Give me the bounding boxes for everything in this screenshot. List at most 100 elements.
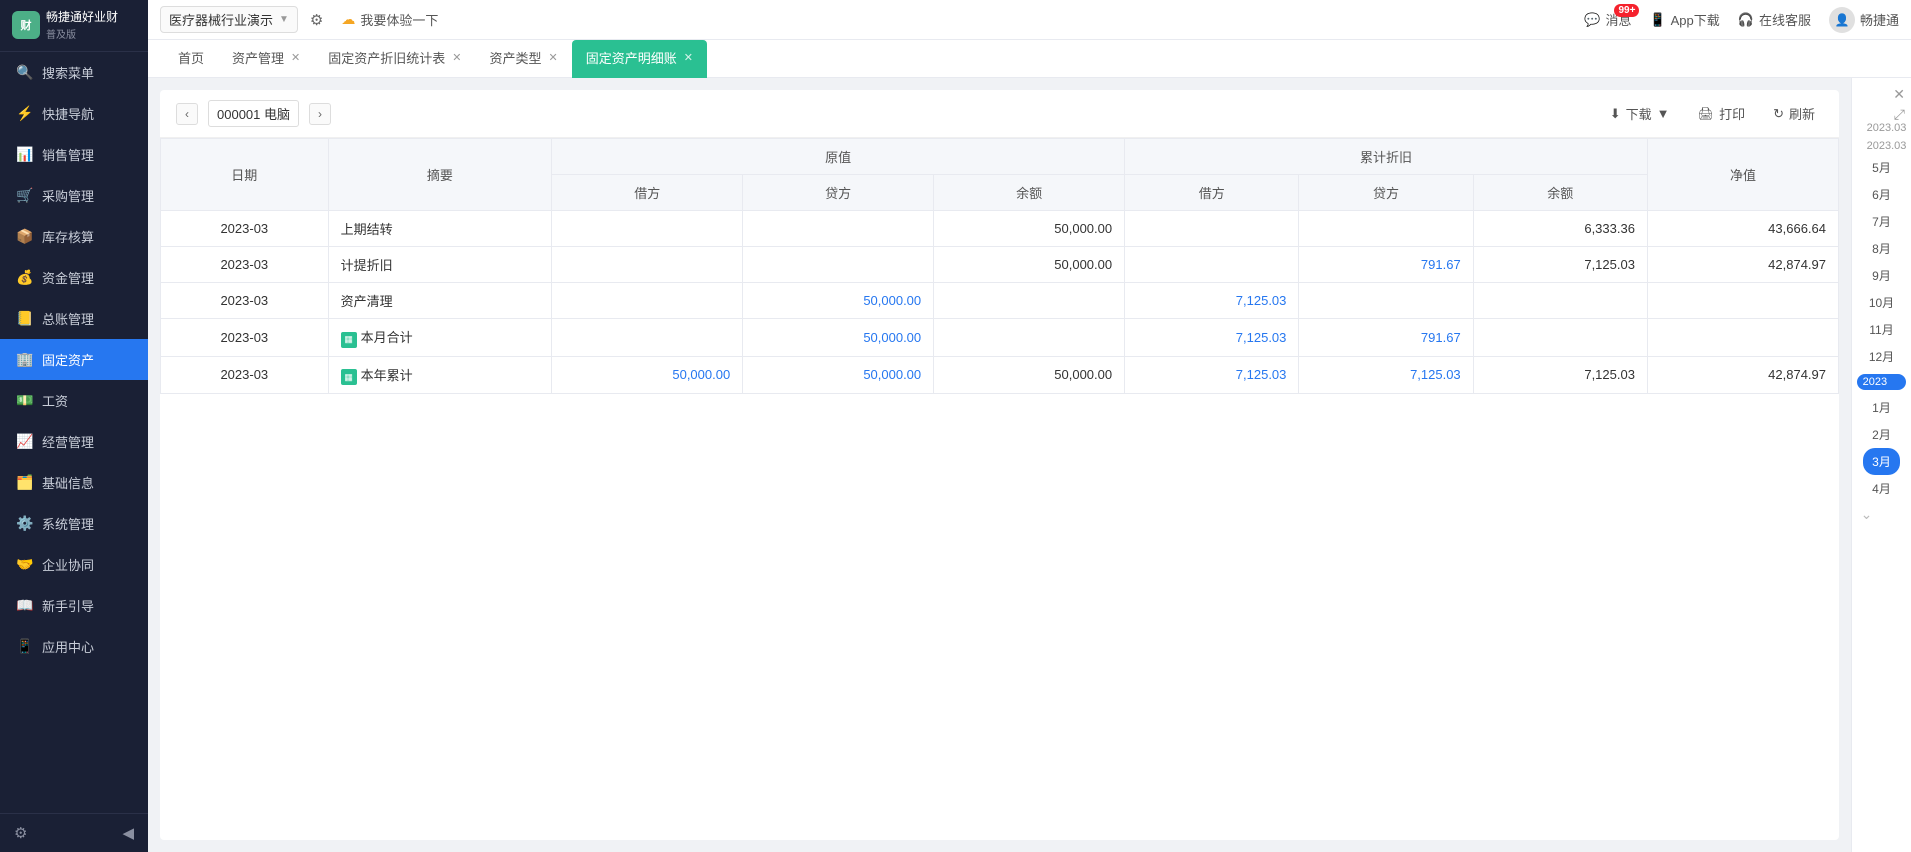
- tab-asset-type[interactable]: 资产类型 ✕: [475, 40, 571, 78]
- salary-icon: 💵: [16, 391, 34, 409]
- sidebar-label-guide: 新手引导: [42, 596, 94, 615]
- cell-acc-balance: [1473, 283, 1647, 319]
- sidebar-item-guide[interactable]: 📖新手引导: [0, 585, 148, 626]
- avatar: 👤: [1829, 7, 1855, 33]
- sidebar-item-capital[interactable]: 💰资金管理: [0, 257, 148, 298]
- tab-depreciation-table[interactable]: 固定资产折旧统计表✕: [314, 40, 475, 78]
- tab-label-asset-type: 资产类型: [489, 48, 541, 67]
- messages-button[interactable]: 💬 消息 99+: [1584, 10, 1631, 29]
- timeline-month[interactable]: 7月: [1857, 208, 1907, 235]
- cell-summary: ▦本年累计: [328, 356, 552, 394]
- sidebar-item-baseinfo[interactable]: 🗂️基础信息: [0, 462, 148, 503]
- cell-date: 2023-03: [161, 283, 329, 319]
- appcenter-icon: 📱: [16, 637, 34, 655]
- sidebar-item-sysadmin[interactable]: ⚙️系统管理: [0, 503, 148, 544]
- cell-acc-debit: [1125, 247, 1299, 283]
- sidebar-label-ledger: 总账管理: [42, 309, 94, 328]
- collapse-icon[interactable]: ◀: [122, 824, 134, 842]
- sidebar-item-ledger[interactable]: 📒总账管理: [0, 298, 148, 339]
- sidebar-item-salary[interactable]: 💵工资: [0, 380, 148, 421]
- sidebar-item-purchase[interactable]: 🛒采购管理: [0, 175, 148, 216]
- download-dropdown-icon: ▼: [1657, 106, 1670, 121]
- refresh-button[interactable]: ↻ 刷新: [1765, 100, 1823, 127]
- cell-acc-balance: 7,125.03: [1473, 356, 1647, 394]
- sidebar-item-inventory[interactable]: 📦库存核算: [0, 216, 148, 257]
- tab-close-depreciation-table[interactable]: ✕: [452, 51, 461, 64]
- topbar-right: 💬 消息 99+ 📱 App下载 🎧 在线客服 👤 畅捷通: [1584, 7, 1899, 33]
- asset-code: 000001 电脑: [208, 100, 299, 127]
- cell-net-value: 42,874.97: [1647, 247, 1838, 283]
- timeline-top-date: 2023.03: [1857, 140, 1907, 152]
- sidebar-item-quicknav[interactable]: ⚡快捷导航: [0, 93, 148, 134]
- cell-orig-debit: [552, 319, 743, 357]
- cell-acc-credit: [1299, 211, 1473, 247]
- toolbar-right: ⬇ 下载 ▼ 🖨 打印 ↻ 刷新: [1602, 100, 1823, 127]
- cell-date: 2023-03: [161, 356, 329, 394]
- table-row: 2023-03 资产清理 50,000.00 7,125.03: [161, 283, 1839, 319]
- settings-icon[interactable]: ⚙: [14, 824, 27, 842]
- main-area: 医疗器械行业演示 ▼ ⚙ ☁ 我要体验一下 💬 消息 99+ 📱 App下载 🎧…: [148, 0, 1911, 852]
- tab-close-asset-detail[interactable]: ✕: [684, 51, 693, 64]
- print-button[interactable]: 🖨 打印: [1690, 100, 1754, 127]
- cell-acc-credit: [1299, 283, 1473, 319]
- next-asset-button[interactable]: ›: [309, 103, 331, 125]
- cell-summary: 计提折旧: [328, 247, 552, 283]
- print-icon: 🖨: [1698, 106, 1715, 122]
- sidebar-label-operation: 经营管理: [42, 432, 94, 451]
- sidebar-item-appcenter[interactable]: 📱应用中心: [0, 626, 148, 667]
- timeline-month[interactable]: 11月: [1857, 316, 1907, 343]
- timeline-month[interactable]: 12月: [1857, 343, 1907, 370]
- cell-orig-debit: 50,000.00: [552, 356, 743, 394]
- sidebar-item-operation[interactable]: 📈经营管理: [0, 421, 148, 462]
- timeline-expand-icon[interactable]: ⤢: [1894, 106, 1905, 123]
- timeline-month[interactable]: 9月: [1857, 262, 1907, 289]
- tab-label-home: 首页: [178, 48, 204, 67]
- company-settings-icon[interactable]: ⚙: [310, 11, 323, 29]
- baseinfo-icon: 🗂️: [16, 473, 34, 491]
- tab-asset-detail[interactable]: 固定资产明细账✕: [572, 40, 707, 78]
- online-support-button[interactable]: 🎧 在线客服: [1738, 10, 1811, 29]
- app-download-button[interactable]: 📱 App下载: [1649, 10, 1719, 29]
- timeline-month-2月[interactable]: 2月: [1857, 421, 1907, 448]
- sidebar-label-purchase: 采购管理: [42, 186, 94, 205]
- tab-home[interactable]: 首页: [164, 40, 218, 78]
- sidebar-item-enterprise[interactable]: 🤝 企业协同: [0, 544, 148, 585]
- download-button[interactable]: ⬇ 下载 ▼: [1602, 100, 1678, 127]
- cell-orig-debit: [552, 211, 743, 247]
- timeline-close-icon[interactable]: ✕: [1893, 86, 1905, 103]
- timeline-month[interactable]: 8月: [1857, 235, 1907, 262]
- sidebar-item-sales[interactable]: 📊销售管理: [0, 134, 148, 175]
- cell-acc-credit: 791.67: [1299, 319, 1473, 357]
- cell-orig-balance: 50,000.00: [934, 211, 1125, 247]
- cell-orig-credit: 50,000.00: [743, 283, 934, 319]
- table-row: 2023-03 上期结转 50,000.00 6,333.36 43,666.6…: [161, 211, 1839, 247]
- experience-button[interactable]: ☁ 我要体验一下: [341, 10, 438, 29]
- sidebar-item-search[interactable]: 🔍搜索菜单: [0, 52, 148, 93]
- col-orig-balance: 余额: [934, 175, 1125, 211]
- prev-asset-button[interactable]: ‹: [176, 103, 198, 125]
- app-download-label: App下载: [1671, 10, 1720, 29]
- experience-label: 我要体验一下: [360, 10, 438, 29]
- sidebar-item-fixedasset[interactable]: 🏢固定资产: [0, 339, 148, 380]
- table-row: 2023-03 计提折旧 50,000.00 791.67 7,125.03 4…: [161, 247, 1839, 283]
- sidebar-label-enterprise: 企业协同: [42, 555, 94, 574]
- enterprise-icon: 🤝: [16, 555, 34, 573]
- cell-summary: ▦本月合计: [328, 319, 552, 357]
- company-selector[interactable]: 医疗器械行业演示 ▼: [160, 6, 298, 33]
- timeline-month-1月[interactable]: 1月: [1857, 394, 1907, 421]
- tab-asset-mgmt[interactable]: 资产管理✕: [218, 40, 314, 78]
- timeline-month[interactable]: 10月: [1857, 289, 1907, 316]
- timeline-month-4月[interactable]: 4月: [1857, 475, 1907, 502]
- timeline-month-3月[interactable]: 3月: [1863, 448, 1901, 475]
- col-orig-debit: 借方: [552, 175, 743, 211]
- timeline-scroll-down[interactable]: ⌄: [1857, 502, 1907, 527]
- tab-close-asset-mgmt[interactable]: ✕: [291, 51, 300, 64]
- timeline-month[interactable]: 5月: [1857, 154, 1907, 181]
- cell-net-value: [1647, 319, 1838, 357]
- timeline-month[interactable]: 6月: [1857, 181, 1907, 208]
- sidebar-label-quicknav: 快捷导航: [42, 104, 94, 123]
- tab-close-asset-type[interactable]: ✕: [549, 51, 558, 64]
- user-button[interactable]: 👤 畅捷通: [1829, 7, 1899, 33]
- cloud-icon: ☁: [341, 11, 355, 28]
- cell-summary: 资产清理: [328, 283, 552, 319]
